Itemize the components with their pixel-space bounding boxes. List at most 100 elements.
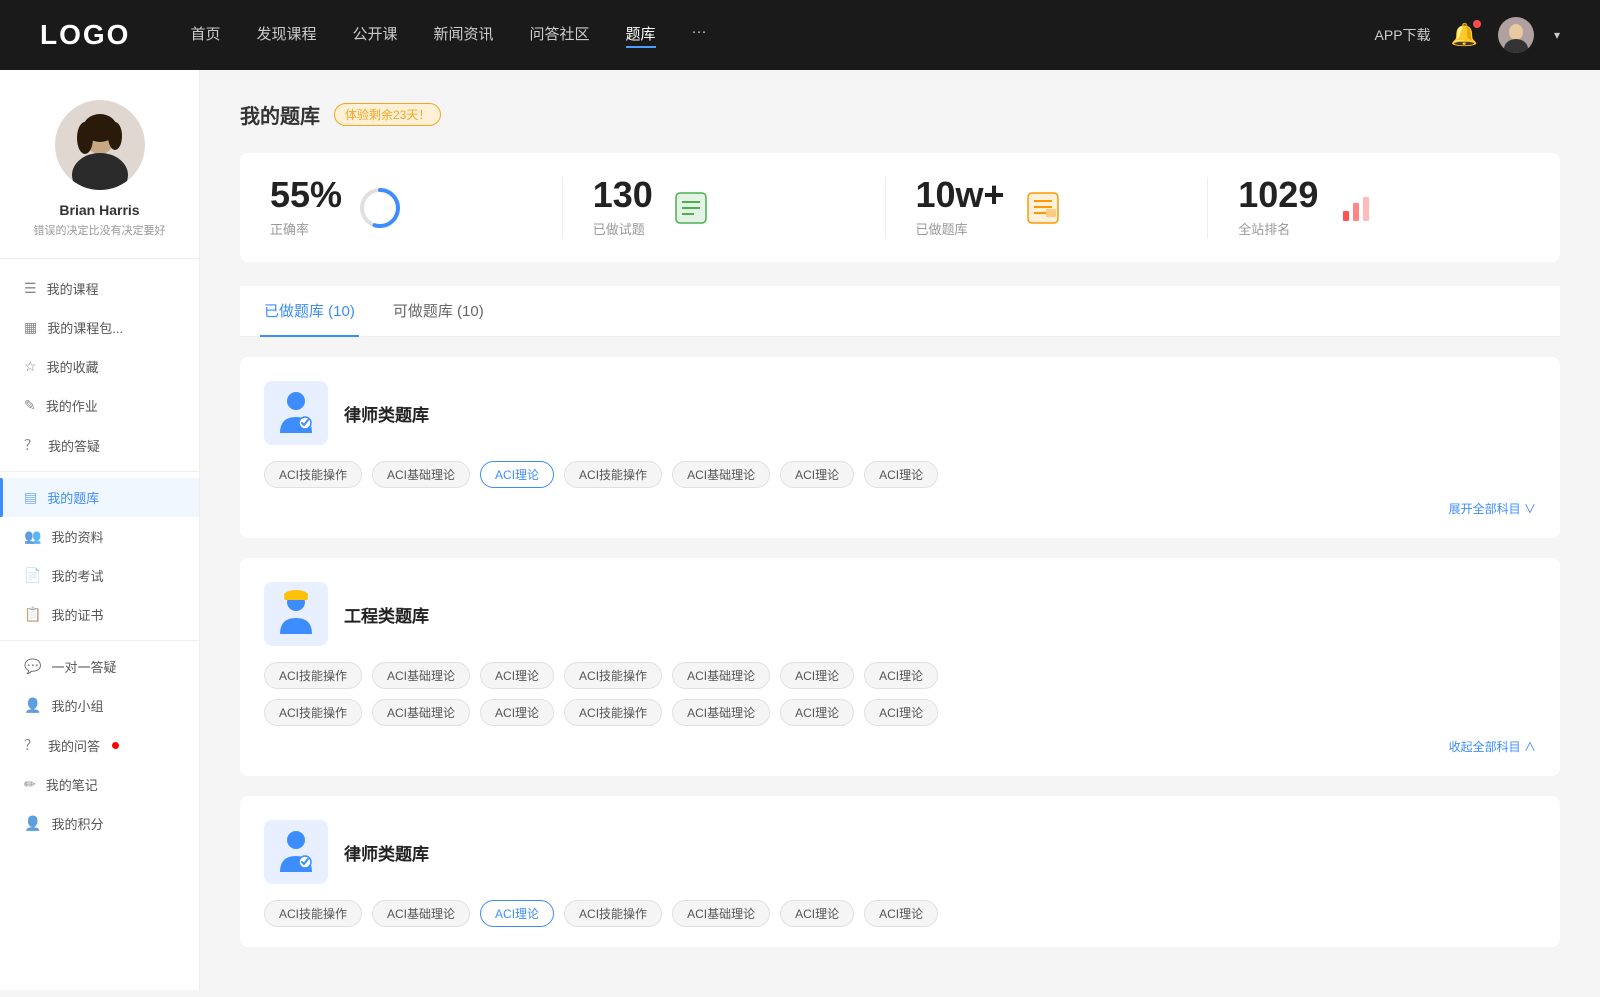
sidebar-label: 我的收藏 — [47, 357, 99, 376]
tag[interactable]: ACI技能操作 — [264, 461, 362, 488]
tag[interactable]: ACI技能操作 — [564, 699, 662, 726]
grid-icon: ▦ — [24, 319, 37, 336]
nav-qa[interactable]: 问答社区 — [530, 23, 590, 48]
tag[interactable]: ACI基础理论 — [672, 900, 770, 927]
bank-title-lawyer-1: 律师类题库 — [344, 401, 429, 426]
stat-rank-values: 1029 全站排名 — [1238, 177, 1318, 238]
tag-active[interactable]: ACI理论 — [480, 461, 554, 488]
sidebar-item-course-package[interactable]: ▦ 我的课程包... — [0, 308, 199, 347]
stat-rank-value: 1029 — [1238, 177, 1318, 213]
stat-accuracy-values: 55% 正确率 — [270, 177, 342, 238]
tag[interactable]: ACI理论 — [864, 461, 938, 488]
tag[interactable]: ACI基础理论 — [372, 900, 470, 927]
nav-courses[interactable]: 发现课程 — [256, 23, 316, 48]
question-icon: ？ — [24, 435, 38, 455]
tags-row-engineer-2: ACI技能操作 ACI基础理论 ACI理论 ACI技能操作 ACI基础理论 AC… — [264, 699, 1536, 726]
tag[interactable]: ACI基础理论 — [372, 662, 470, 689]
sidebar-item-points[interactable]: 👤 我的积分 — [0, 804, 199, 843]
certificate-icon: 📋 — [24, 606, 41, 623]
nav-menu: 首页 发现课程 公开课 新闻资讯 问答社区 题库 ··· — [190, 23, 1374, 48]
sidebar-item-notes[interactable]: ✏ 我的笔记 — [0, 765, 199, 804]
sidebar-item-one-on-one[interactable]: 💬 一对一答疑 — [0, 647, 199, 686]
nav-open[interactable]: 公开课 — [352, 23, 397, 48]
tag[interactable]: ACI基础理论 — [672, 662, 770, 689]
nav-home[interactable]: 首页 — [190, 23, 220, 48]
logo[interactable]: LOGO — [40, 19, 130, 51]
sidebar-divider-1 — [0, 471, 199, 472]
chevron-down-icon[interactable]: ▾ — [1554, 28, 1560, 42]
tag[interactable]: ACI理论 — [780, 699, 854, 726]
lawyer-figure-icon-2 — [272, 828, 320, 876]
notification-bell[interactable]: 🔔 — [1451, 22, 1478, 48]
page-title: 我的题库 — [240, 100, 320, 129]
navbar: LOGO 首页 发现课程 公开课 新闻资讯 问答社区 题库 ··· APP下载 … — [0, 0, 1600, 70]
nav-bank[interactable]: 题库 — [626, 23, 656, 48]
sidebar-label: 我的答疑 — [48, 436, 100, 455]
tag[interactable]: ACI理论 — [864, 900, 938, 927]
tag[interactable]: ACI理论 — [480, 662, 554, 689]
avatar[interactable] — [1498, 17, 1534, 53]
tag[interactable]: ACI基础理论 — [372, 699, 470, 726]
nav-more[interactable]: ··· — [692, 23, 707, 48]
stat-accuracy-value: 55% — [270, 177, 342, 213]
questions-icon — [669, 186, 713, 230]
nav-news[interactable]: 新闻资讯 — [434, 23, 494, 48]
app-download-link[interactable]: APP下载 — [1375, 25, 1431, 45]
collapse-link-engineer[interactable]: 收起全部科目 ∧ — [1449, 740, 1536, 754]
tag[interactable]: ACI理论 — [780, 461, 854, 488]
tags-row-lawyer-2: ACI技能操作 ACI基础理论 ACI理论 ACI技能操作 ACI基础理论 AC… — [264, 900, 1536, 927]
stat-accuracy-label: 正确率 — [270, 219, 342, 238]
sidebar-item-group[interactable]: 👤 我的小组 — [0, 686, 199, 725]
tag[interactable]: ACI技能操作 — [264, 699, 362, 726]
tag[interactable]: ACI基础理论 — [372, 461, 470, 488]
sidebar-label: 我的资料 — [51, 527, 103, 546]
sidebar-label: 我的问答 — [48, 736, 100, 755]
sidebar-item-favorites[interactable]: ☆ 我的收藏 — [0, 347, 199, 386]
tag[interactable]: ACI技能操作 — [564, 662, 662, 689]
sidebar-item-answers[interactable]: ？ 我的答疑 — [0, 425, 199, 465]
sidebar-item-question-bank[interactable]: ▤ 我的题库 — [0, 478, 199, 517]
stat-banks: 10w+ 已做题库 — [886, 177, 1209, 238]
tag[interactable]: ACI理论 — [864, 662, 938, 689]
tag[interactable]: ACI基础理论 — [672, 699, 770, 726]
banks-icon — [1021, 186, 1065, 230]
tag[interactable]: ACI理论 — [780, 662, 854, 689]
sidebar-item-my-qa[interactable]: ？ 我的问答 — [0, 725, 199, 765]
sidebar-label: 我的作业 — [46, 396, 98, 415]
bank-card-header-engineer: 工程类题库 — [264, 582, 1536, 646]
exam-icon: 📄 — [24, 567, 41, 584]
tab-available[interactable]: 可做题库 (10) — [389, 286, 488, 337]
lawyer-icon — [264, 381, 328, 445]
bank-icon: ▤ — [24, 489, 37, 506]
sidebar-label: 我的小组 — [51, 696, 103, 715]
tab-done[interactable]: 已做题库 (10) — [260, 286, 359, 337]
bar-chart-icon — [1337, 189, 1375, 227]
stat-questions-label: 已做试题 — [593, 219, 653, 238]
tag[interactable]: ACI理论 — [864, 699, 938, 726]
tag[interactable]: ACI技能操作 — [564, 461, 662, 488]
tag[interactable]: ACI技能操作 — [264, 900, 362, 927]
profile-avatar-image — [55, 100, 145, 190]
tag[interactable]: ACI技能操作 — [564, 900, 662, 927]
sidebar-label: 我的证书 — [51, 605, 103, 624]
sidebar-item-exam[interactable]: 📄 我的考试 — [0, 556, 199, 595]
sidebar-item-homework[interactable]: ✎ 我的作业 — [0, 386, 199, 425]
bank-card-lawyer-2: 律师类题库 ACI技能操作 ACI基础理论 ACI理论 ACI技能操作 ACI基… — [240, 796, 1560, 947]
expand-link-lawyer-1[interactable]: 展开全部科目 ∨ — [1449, 502, 1536, 516]
tag-active[interactable]: ACI理论 — [480, 900, 554, 927]
tag[interactable]: ACI技能操作 — [264, 662, 362, 689]
stat-questions-value: 130 — [593, 177, 653, 213]
sidebar-tagline: 错误的决定比没有决定要好 — [34, 222, 166, 238]
stat-questions-values: 130 已做试题 — [593, 177, 653, 238]
group-icon: 👤 — [24, 697, 41, 714]
tag[interactable]: ACI理论 — [780, 900, 854, 927]
tag[interactable]: ACI理论 — [480, 699, 554, 726]
page-wrapper: Brian Harris 错误的决定比没有决定要好 ☰ 我的课程 ▦ 我的课程包… — [0, 70, 1600, 997]
tag[interactable]: ACI基础理论 — [672, 461, 770, 488]
sidebar-item-certificate[interactable]: 📋 我的证书 — [0, 595, 199, 634]
bank-title-engineer: 工程类题库 — [344, 602, 429, 627]
qa-icon: ？ — [24, 735, 38, 755]
sidebar-item-my-courses[interactable]: ☰ 我的课程 — [0, 269, 199, 308]
stat-accuracy: 55% 正确率 — [270, 177, 563, 238]
sidebar-item-profile[interactable]: 👥 我的资料 — [0, 517, 199, 556]
